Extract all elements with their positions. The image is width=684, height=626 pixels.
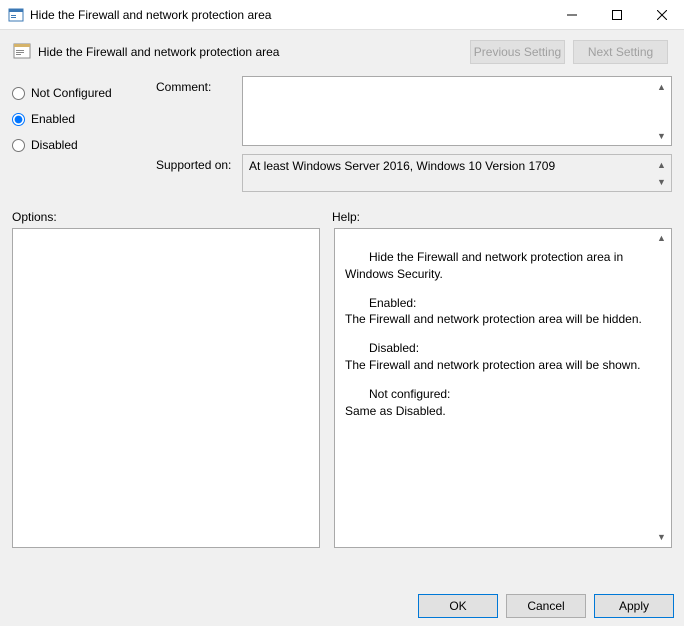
- dialog-footer: OK Cancel Apply: [418, 594, 674, 618]
- scroll-up-icon[interactable]: ▲: [653, 156, 670, 173]
- policy-title: Hide the Firewall and network protection…: [38, 45, 470, 59]
- close-button[interactable]: [639, 0, 684, 29]
- radio-not-configured[interactable]: Not Configured: [12, 80, 142, 106]
- help-label: Help:: [332, 210, 672, 224]
- help-notconf-text: Same as Disabled.: [345, 404, 446, 418]
- supported-on-value: At least Windows Server 2016, Windows 10…: [249, 159, 555, 173]
- window-title: Hide the Firewall and network protection…: [30, 8, 549, 22]
- header-row: Hide the Firewall and network protection…: [0, 30, 684, 70]
- radio-enabled-label: Enabled: [31, 112, 75, 126]
- help-disabled-text: The Firewall and network protection area…: [345, 358, 640, 372]
- help-disabled-head: Disabled:: [345, 340, 647, 357]
- help-enabled-text: The Firewall and network protection area…: [345, 312, 642, 326]
- scroll-up-icon[interactable]: ▲: [653, 78, 670, 95]
- scroll-down-icon[interactable]: ▼: [653, 127, 670, 144]
- radio-not-configured-input[interactable]: [12, 87, 25, 100]
- apply-button[interactable]: Apply: [594, 594, 674, 618]
- titlebar: Hide the Firewall and network protection…: [0, 0, 684, 30]
- supported-on-label: Supported on:: [156, 154, 242, 192]
- dialog-body: Hide the Firewall and network protection…: [0, 30, 684, 626]
- maximize-button[interactable]: [594, 0, 639, 29]
- window-controls: [549, 0, 684, 29]
- comment-textarea[interactable]: ▲ ▼: [242, 76, 672, 146]
- comment-label: Comment:: [156, 76, 242, 146]
- options-panel: [12, 228, 320, 548]
- minimize-button[interactable]: [549, 0, 594, 29]
- scroll-up-icon[interactable]: ▲: [653, 230, 670, 247]
- help-intro: Hide the Firewall and network protection…: [345, 249, 647, 283]
- radio-disabled[interactable]: Disabled: [12, 132, 142, 158]
- radio-disabled-input[interactable]: [12, 139, 25, 152]
- help-panel: Hide the Firewall and network protection…: [334, 228, 672, 548]
- cancel-button[interactable]: Cancel: [506, 594, 586, 618]
- radio-enabled-input[interactable]: [12, 113, 25, 126]
- previous-setting-button[interactable]: Previous Setting: [470, 40, 565, 64]
- radio-not-configured-label: Not Configured: [31, 86, 112, 100]
- scroll-down-icon[interactable]: ▼: [653, 529, 670, 546]
- options-label: Options:: [12, 210, 332, 224]
- scroll-down-icon[interactable]: ▼: [653, 173, 670, 190]
- next-setting-button[interactable]: Next Setting: [573, 40, 668, 64]
- help-notconf-head: Not configured:: [345, 386, 647, 403]
- supported-on-field: At least Windows Server 2016, Windows 10…: [242, 154, 672, 192]
- policy-icon: [12, 42, 32, 62]
- help-enabled-head: Enabled:: [345, 295, 647, 312]
- radio-disabled-label: Disabled: [31, 138, 78, 152]
- radio-enabled[interactable]: Enabled: [12, 106, 142, 132]
- state-radio-group: Not Configured Enabled Disabled: [12, 76, 142, 200]
- ok-button[interactable]: OK: [418, 594, 498, 618]
- app-icon: [8, 7, 24, 23]
